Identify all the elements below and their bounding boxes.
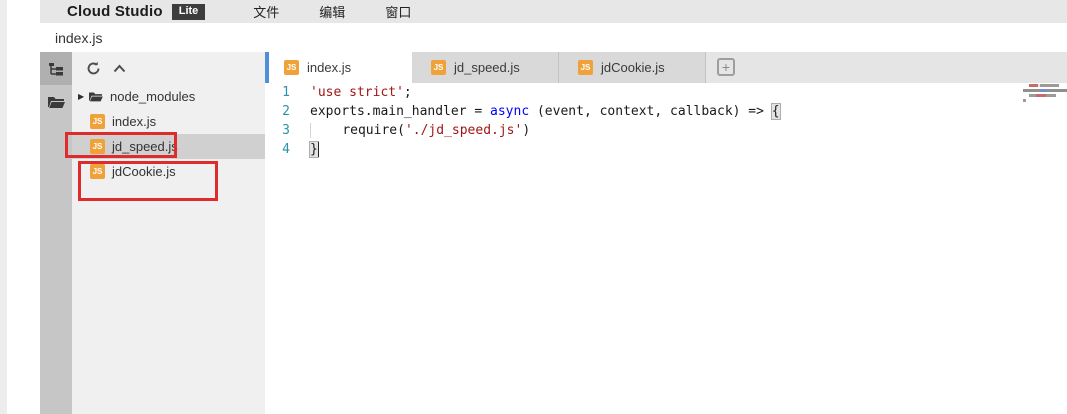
annotation-box-jdcookie xyxy=(78,161,218,201)
activity-bar xyxy=(40,52,72,414)
annotation-box-jd-speed xyxy=(65,132,177,158)
tab-label: jdCookie.js xyxy=(601,60,665,75)
left-gutter-strip xyxy=(0,0,7,414)
minimap[interactable] xyxy=(1021,83,1067,109)
code-line: 3 require('./jd_speed.js') xyxy=(265,121,1067,140)
js-file-icon: JS xyxy=(284,60,299,75)
menu-items: 文件 编辑 窗口 xyxy=(233,2,431,21)
code-content: 1 'use strict'; 2 exports.main_handler =… xyxy=(265,83,1067,159)
folder-icon xyxy=(47,94,65,110)
matched-bracket: } xyxy=(310,142,318,157)
matched-bracket: { xyxy=(772,104,780,119)
line-number: 2 xyxy=(265,102,290,121)
folder-icon xyxy=(88,90,103,103)
collapse-all-button[interactable] xyxy=(111,60,127,76)
code-editor[interactable]: 1 'use strict'; 2 exports.main_handler =… xyxy=(265,83,1067,414)
activity-folder-button[interactable] xyxy=(40,85,72,118)
tab-jd-speed-js[interactable]: JS jd_speed.js xyxy=(412,52,559,83)
menu-window[interactable]: 窗口 xyxy=(365,2,431,21)
file-explorer-panel: ▶ node_modules JS index.js JS jd_s xyxy=(72,52,265,414)
lite-badge: Lite xyxy=(172,4,206,20)
refresh-button[interactable] xyxy=(85,60,101,76)
code-line: 1 'use strict'; xyxy=(265,83,1067,102)
tree-item-node-modules[interactable]: ▶ node_modules xyxy=(72,84,265,109)
code-line: 4 } xyxy=(265,140,1067,159)
line-number: 4 xyxy=(265,140,290,159)
active-tab-accent xyxy=(265,52,269,83)
line-number: 3 xyxy=(265,121,290,140)
screen: Cloud Studio Lite 文件 编辑 窗口 index.js xyxy=(0,0,1067,414)
minimap-line xyxy=(1023,99,1026,102)
app-logo: Cloud Studio xyxy=(67,3,163,20)
cloud-studio-window: Cloud Studio Lite 文件 编辑 窗口 index.js xyxy=(40,0,1067,414)
expand-arrow-icon[interactable]: ▶ xyxy=(78,92,88,101)
js-file-icon: JS xyxy=(431,60,446,75)
menu-edit[interactable]: 编辑 xyxy=(299,2,365,21)
title-bar: index.js xyxy=(40,23,1067,52)
tree-item-index-js[interactable]: JS index.js xyxy=(72,109,265,134)
new-tab-button[interactable]: + xyxy=(717,58,735,76)
tab-label: jd_speed.js xyxy=(454,60,520,75)
tab-index-js[interactable]: JS index.js xyxy=(265,52,412,83)
minimap-line xyxy=(1023,89,1067,92)
activity-explorer-button[interactable] xyxy=(40,52,72,85)
code-line: 2 exports.main_handler = async (event, c… xyxy=(265,102,1067,121)
text-cursor xyxy=(318,142,319,157)
menu-file[interactable]: 文件 xyxy=(233,2,299,21)
minimap-line xyxy=(1029,94,1056,97)
editor-tab-bar: JS index.js JS jd_speed.js JS jdCookie.j… xyxy=(265,52,1067,83)
tab-label: index.js xyxy=(307,60,351,75)
js-file-icon: JS xyxy=(90,114,105,129)
menu-bar: Cloud Studio Lite 文件 编辑 窗口 xyxy=(40,0,1067,23)
tree-item-label: node_modules xyxy=(110,89,195,104)
tree-item-label: index.js xyxy=(112,114,156,129)
minimap-line xyxy=(1029,84,1059,87)
page-title: index.js xyxy=(55,30,102,46)
indent-guide xyxy=(310,123,342,138)
list-tree-icon xyxy=(47,60,65,78)
line-number: 1 xyxy=(265,83,290,102)
tab-jdcookie-js[interactable]: JS jdCookie.js xyxy=(559,52,706,83)
js-file-icon: JS xyxy=(578,60,593,75)
explorer-toolbar xyxy=(72,52,265,84)
